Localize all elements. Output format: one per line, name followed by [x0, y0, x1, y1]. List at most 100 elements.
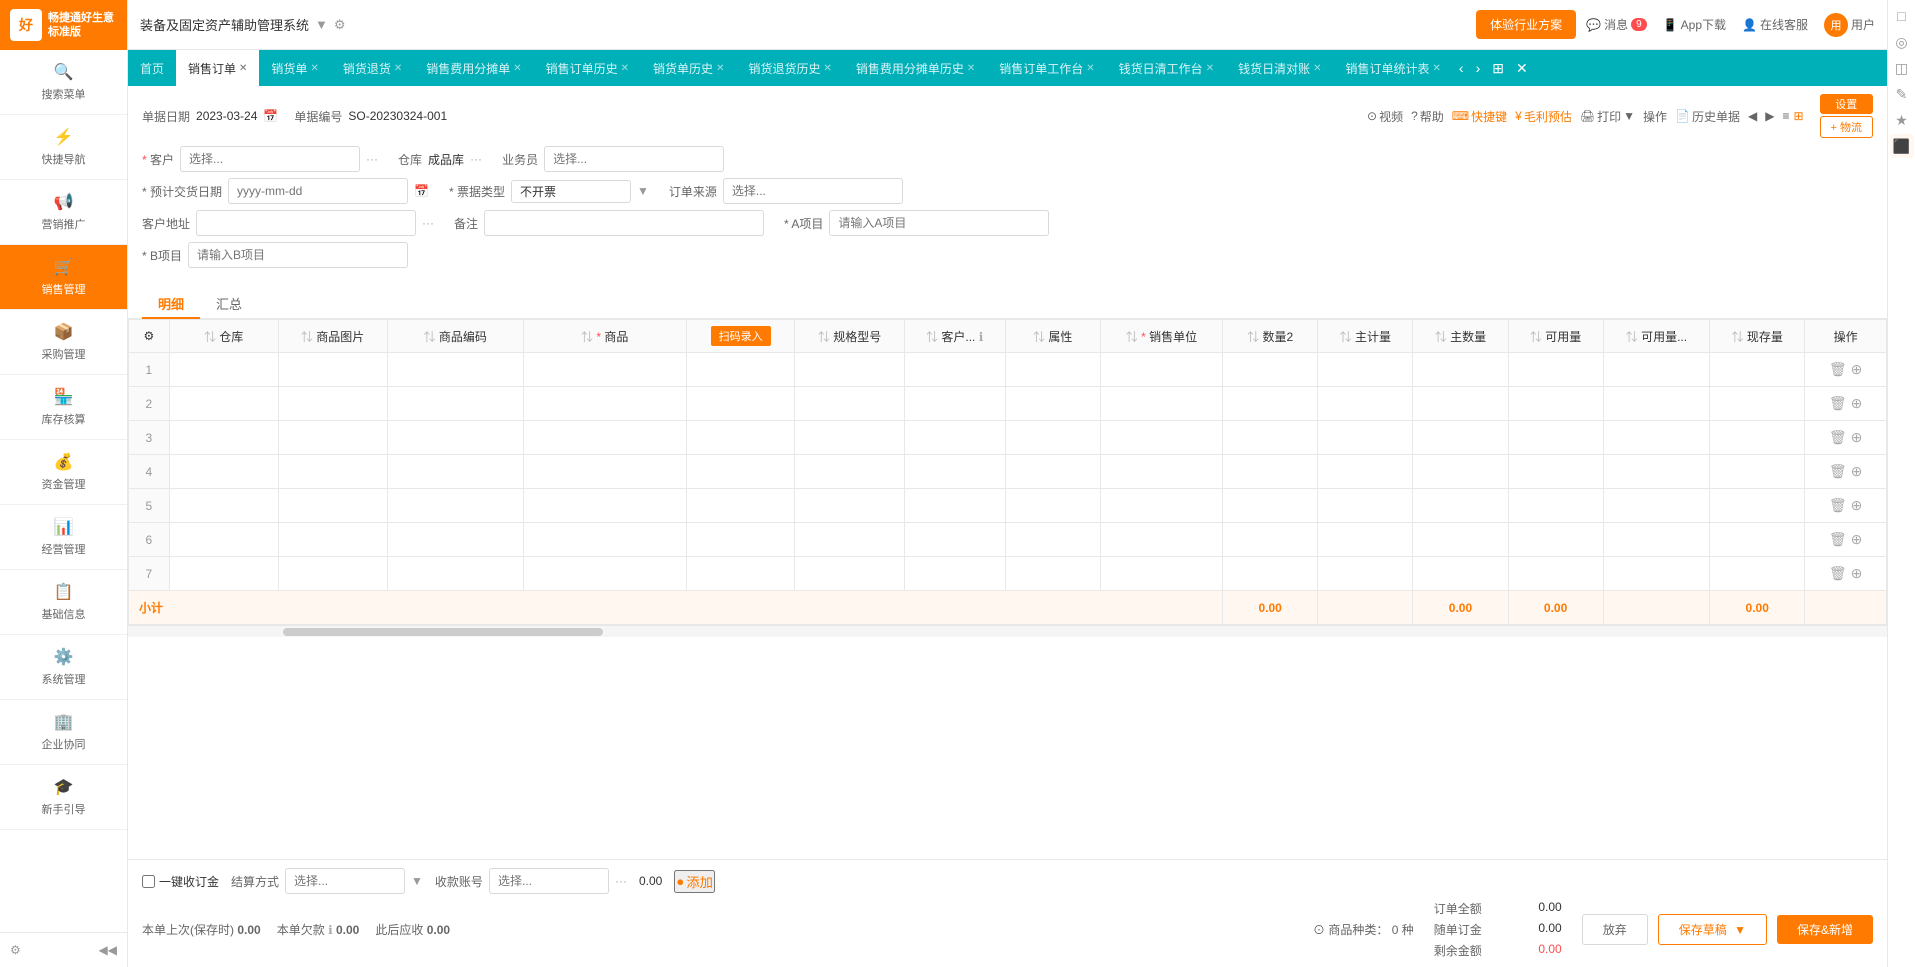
history-nav-prev[interactable]: ◀ [1748, 109, 1757, 123]
cell-img-5[interactable] [278, 489, 387, 523]
cell-avail-6[interactable] [1508, 523, 1603, 557]
cell-code-1[interactable] [387, 353, 523, 387]
close-tab-sales-order[interactable]: ✕ [239, 63, 247, 74]
order-source-input[interactable] [723, 178, 903, 204]
cell-product-2[interactable] [523, 387, 686, 421]
cell-unit-7[interactable] [1100, 557, 1222, 591]
title-settings-icon[interactable]: ⚙ [334, 17, 346, 33]
cell-unit-5[interactable] [1100, 489, 1222, 523]
right-panel-icon-6[interactable]: ⬛ [1890, 134, 1914, 158]
cell-unit-1[interactable] [1100, 353, 1222, 387]
note-input[interactable] [484, 210, 764, 236]
col-product-img[interactable]: ⇅ 商品图片 [278, 320, 387, 353]
delete-row-2[interactable]: 🗑 [1829, 395, 1847, 412]
cell-mainqty-1[interactable] [1413, 353, 1508, 387]
col-spec[interactable]: ⇅ 规格型号 [795, 320, 904, 353]
cell-warehouse-3[interactable] [169, 421, 278, 455]
col-stock[interactable]: ⇅ 现存量 [1710, 320, 1805, 353]
a-project-input[interactable] [829, 210, 1049, 236]
warehouse-more[interactable]: ··· [470, 152, 482, 166]
sub-tab-summary[interactable]: 汇总 [200, 290, 258, 319]
calendar-icon[interactable]: 📅 [263, 109, 278, 123]
delete-row-7[interactable]: 🗑 [1829, 565, 1847, 582]
cell-stock-2[interactable] [1710, 387, 1805, 421]
cell-prop-2[interactable] [1005, 387, 1100, 421]
close-tab-order-history[interactable]: ✕ [621, 63, 629, 74]
cell-warehouse-5[interactable] [169, 489, 278, 523]
col-unit[interactable]: ⇅ * 销售单位 [1100, 320, 1222, 353]
operations-btn[interactable]: 操作 [1643, 108, 1667, 125]
cell-stock-1[interactable] [1710, 353, 1805, 387]
cell-stock-5[interactable] [1710, 489, 1805, 523]
cell-prop-3[interactable] [1005, 421, 1100, 455]
sidebar-item-guide[interactable]: ⚡ 快捷导航 [0, 115, 127, 180]
cell-avail2-5[interactable] [1603, 489, 1710, 523]
col-settings[interactable]: ⚙ [129, 320, 170, 353]
nav-tab-return[interactable]: 销货退货 ✕ [331, 50, 414, 86]
delete-row-3[interactable]: 🗑 [1829, 429, 1847, 446]
cell-spec-1[interactable] [795, 353, 904, 387]
cell-spec-4[interactable] [795, 455, 904, 489]
cell-mainunit-3[interactable] [1318, 421, 1413, 455]
one-click-checkout-label[interactable]: 一键收订金 [142, 873, 219, 890]
close-tab-fee-split[interactable]: ✕ [513, 63, 521, 74]
view-grid-icon[interactable]: ⊞ [1793, 109, 1803, 123]
sidebar-item-newbie[interactable]: 🎓 新手引导 [0, 765, 127, 830]
sidebar-item-inventory[interactable]: 🏪 库存核算 [0, 375, 127, 440]
cell-stock-6[interactable] [1710, 523, 1805, 557]
cell-avail-7[interactable] [1508, 557, 1603, 591]
close-tab-order-stats[interactable]: ✕ [1433, 63, 1441, 74]
view-list-icon[interactable]: ≡ [1782, 109, 1789, 123]
online-service-btn[interactable]: 👤 在线客服 [1742, 16, 1808, 33]
delivery-calendar-icon[interactable]: 📅 [414, 184, 429, 198]
add-material-btn[interactable]: + 物流 [1820, 116, 1873, 138]
cell-mainunit-2[interactable] [1318, 387, 1413, 421]
cell-spec-7[interactable] [795, 557, 904, 591]
account-more[interactable]: ··· [615, 874, 627, 888]
col-main-unit[interactable]: ⇅ 主计量 [1318, 320, 1413, 353]
tab-nav-next[interactable]: › [1470, 50, 1487, 86]
cell-mainunit-7[interactable] [1318, 557, 1413, 591]
settings-btn[interactable]: 设置 [1820, 94, 1873, 114]
close-tab-cash-reconcile[interactable]: ✕ [1313, 63, 1321, 74]
sub-tab-detail[interactable]: 明细 [142, 290, 200, 319]
close-tab-return-history[interactable]: ✕ [823, 63, 831, 74]
cell-custcode-4[interactable] [904, 455, 1005, 489]
cell-custcode-1[interactable] [904, 353, 1005, 387]
cell-prop-1[interactable] [1005, 353, 1100, 387]
cell-img-1[interactable] [278, 353, 387, 387]
user-area[interactable]: 用 用户 [1824, 13, 1875, 37]
close-tab-cash-workbench[interactable]: ✕ [1206, 63, 1214, 74]
cell-mainqty-3[interactable] [1413, 421, 1508, 455]
cell-spec-2[interactable] [795, 387, 904, 421]
cell-mainunit-5[interactable] [1318, 489, 1413, 523]
cell-img-3[interactable] [278, 421, 387, 455]
cell-prop-5[interactable] [1005, 489, 1100, 523]
cell-mainunit-6[interactable] [1318, 523, 1413, 557]
staff-input[interactable] [544, 146, 724, 172]
copy-row-1[interactable]: ⊕ [1851, 361, 1863, 378]
cell-avail-1[interactable] [1508, 353, 1603, 387]
nav-tab-invoice-history[interactable]: 销货单历史 ✕ [641, 50, 736, 86]
cell-code-6[interactable] [387, 523, 523, 557]
close-tab-invoice-history[interactable]: ✕ [716, 63, 724, 74]
profit-btn[interactable]: ¥ 毛利预估 [1515, 108, 1572, 125]
nav-tab-order-stats[interactable]: 销售订单统计表 ✕ [1333, 50, 1452, 86]
b-project-input[interactable] [188, 242, 408, 268]
cell-mainqty-5[interactable] [1413, 489, 1508, 523]
scrollbar-thumb[interactable] [283, 628, 603, 636]
right-panel-icon-3[interactable]: ◫ [1890, 56, 1914, 80]
tab-nav-expand[interactable]: ⊞ [1486, 50, 1510, 86]
nav-tab-cash-workbench[interactable]: 钱货日清工作台 ✕ [1107, 50, 1226, 86]
copy-row-5[interactable]: ⊕ [1851, 497, 1863, 514]
cell-product-6[interactable] [523, 523, 686, 557]
sidebar-settings-icon[interactable]: ⚙ [10, 943, 21, 957]
cell-product-3[interactable] [523, 421, 686, 455]
col-product[interactable]: ⇅ * 商品 [523, 320, 686, 353]
customer-input[interactable] [180, 146, 360, 172]
cell-mainqty-7[interactable] [1413, 557, 1508, 591]
cell-spec-5[interactable] [795, 489, 904, 523]
payment-method-dropdown[interactable]: ▼ [411, 874, 423, 888]
nav-tab-return-history[interactable]: 销货退货历史 ✕ [736, 50, 843, 86]
history-btn[interactable]: 📄 历史单据 [1675, 108, 1740, 125]
